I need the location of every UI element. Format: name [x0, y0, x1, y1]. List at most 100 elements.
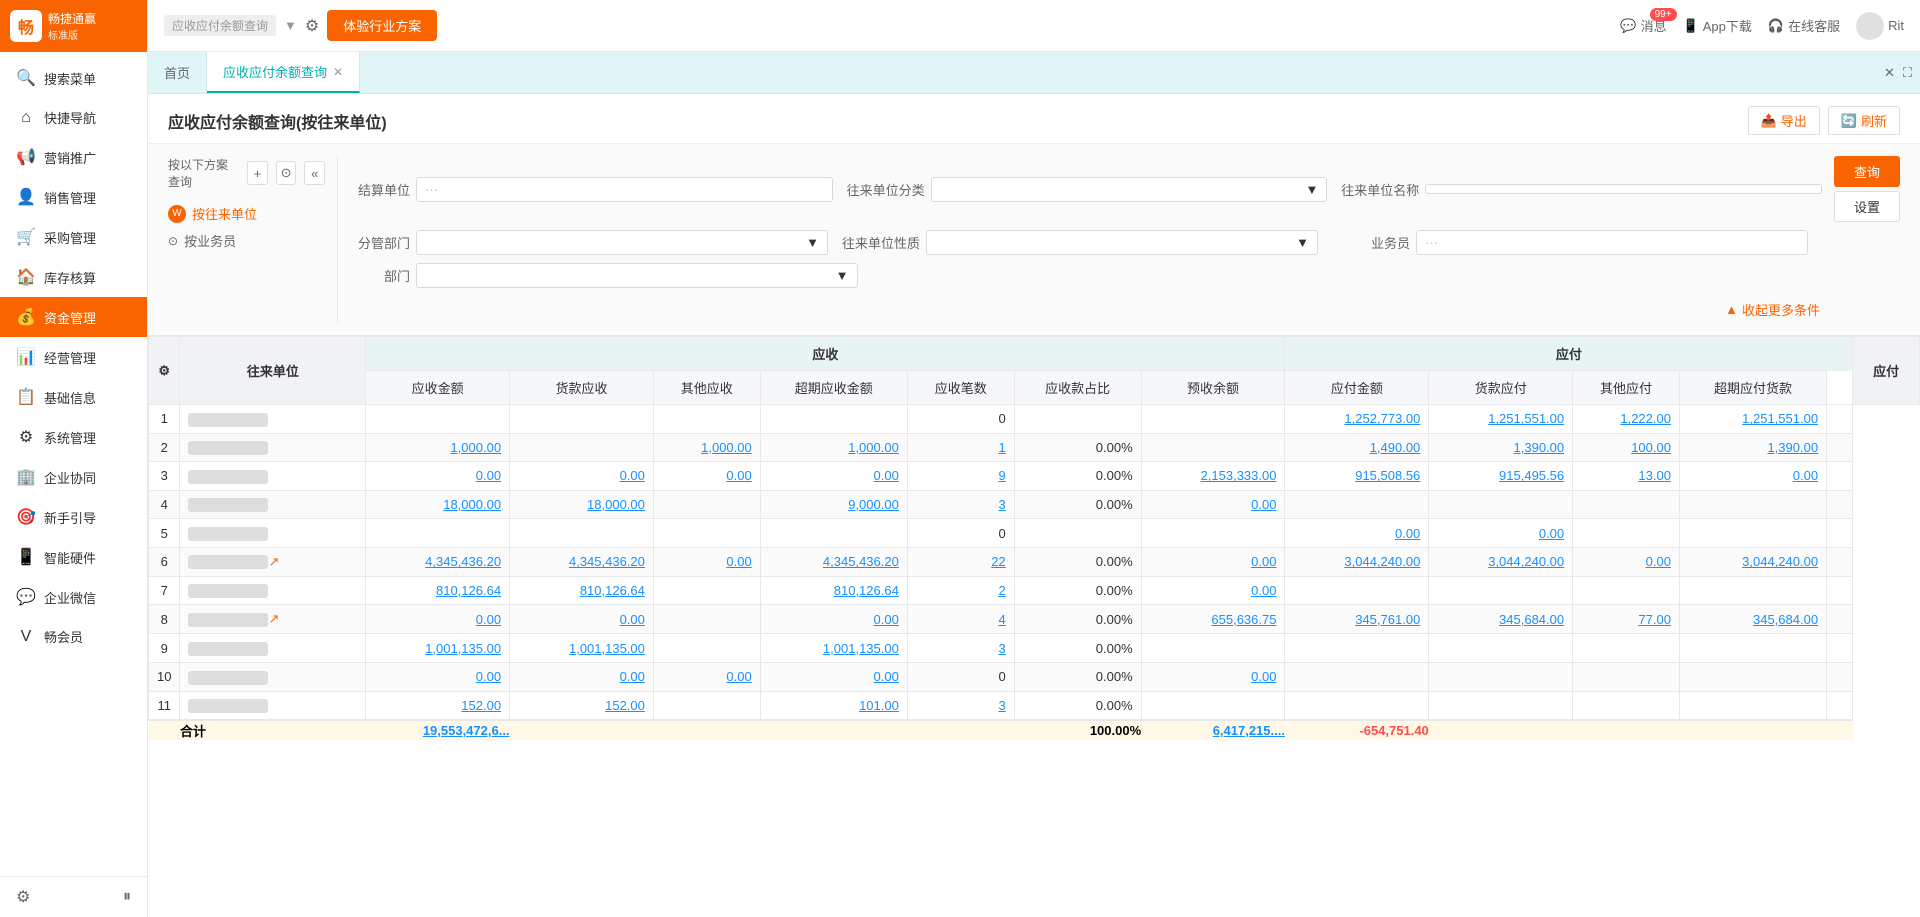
collapse-up-icon: ▲: [1725, 302, 1738, 317]
collapse-label: 收起更多条件: [1742, 300, 1820, 319]
sidebar-item-label: 企业微信: [44, 588, 96, 607]
settings-footer-icon[interactable]: ⚙: [16, 887, 30, 907]
sidebar-item-label: 库存核算: [44, 268, 96, 287]
sidebar-item-basic[interactable]: 📋 基础信息: [0, 377, 147, 417]
sub-dept-select[interactable]: ▼: [416, 263, 858, 288]
unit-name-input[interactable]: [1425, 184, 1822, 194]
tab-close-icon[interactable]: ✕: [333, 65, 343, 79]
settlement-unit-input[interactable]: ···: [416, 177, 833, 202]
unit-nature-select[interactable]: ▼: [926, 230, 1318, 255]
label-unit-type: 往来单位分类: [845, 180, 925, 199]
filter-scheme-label: 按以下方案查询: [168, 156, 239, 190]
dept-select[interactable]: ▼: [416, 230, 828, 255]
settings-icon[interactable]: ⚙: [305, 16, 319, 36]
header-left: 应收应付余额查询 ▼ ⚙ 体验行业方案: [164, 10, 1608, 41]
finance-icon: 💰: [16, 307, 36, 327]
collapse-footer-icon[interactable]: ⏸: [123, 888, 131, 906]
tab-controls: ✕ ⛶: [1884, 65, 1920, 81]
sidebar-item-label: 系统管理: [44, 428, 96, 447]
col-ap-amount: 应付金额: [1285, 371, 1429, 405]
table-row: 101,252,773.001,251,551.001,222.001,251,…: [149, 405, 1920, 434]
message-icon: 💬: [1620, 18, 1636, 34]
footer-label: 合计: [180, 720, 366, 740]
footer-ar-amount[interactable]: 19,553,472,6...: [366, 720, 510, 740]
sidebar-item-hardware[interactable]: 📱智能硬件: [0, 537, 147, 577]
label-dept: 分管部门: [350, 233, 410, 252]
guide-icon: 🎯: [16, 507, 36, 527]
scheme-by-unit[interactable]: W 按往来单位: [168, 200, 325, 227]
scheme2-icon: ⊙: [168, 234, 178, 248]
footer-ar-other: [653, 720, 760, 740]
sales-icon: 👤: [16, 187, 36, 207]
sidebar-footer: ⚙ ⏸: [0, 876, 147, 917]
unit-type-select[interactable]: ▼: [931, 177, 1328, 202]
basic-icon: 📋: [16, 387, 36, 407]
online-service-label: 在线客服: [1788, 16, 1840, 35]
sidebar-nav: 🔍搜索菜单⌂快捷导航📢营销推广👤销售管理🛒采购管理🏠库存核算💰资金管理📊经营管理…: [0, 52, 147, 876]
sidebar-item-guide[interactable]: 🎯新手引导: [0, 497, 147, 537]
sidebar-item-label: 基础信息: [44, 388, 96, 407]
footer-ap-overdue: [1679, 720, 1826, 740]
tab-ar-ap[interactable]: 应收应付余额查询 ✕: [207, 52, 360, 93]
sidebar-item-quick-nav[interactable]: ⌂快捷导航: [0, 98, 147, 137]
export-btn[interactable]: 📤 导出: [1748, 106, 1820, 135]
sidebar-item-finance[interactable]: 💰资金管理: [0, 297, 147, 337]
setting-btn[interactable]: 设置: [1834, 191, 1900, 222]
add-scheme-btn[interactable]: +: [247, 161, 268, 185]
sidebar-item-sales[interactable]: 👤销售管理: [0, 177, 147, 217]
app-download-btn[interactable]: 📱 App下载: [1683, 16, 1752, 35]
collapse-filter-btn[interactable]: ▲ 收起更多条件: [350, 296, 1900, 323]
table-row: 11152.00152.00101.0030.00%: [149, 691, 1920, 720]
collapse-scheme-btn[interactable]: «: [304, 161, 325, 185]
footer-settings: [149, 720, 180, 740]
col-ar-amount: 应收金额: [366, 371, 510, 405]
edit-scheme-btn[interactable]: ⊙: [276, 161, 297, 185]
table-row: 500.000.00: [149, 519, 1920, 548]
col-ar-pct: 应收款占比: [1014, 371, 1141, 405]
footer-ap-amount: -654,751.40: [1285, 720, 1429, 740]
tab-home[interactable]: 首页: [148, 53, 207, 92]
app-download-label: App下载: [1703, 16, 1752, 35]
col-settings[interactable]: ⚙: [149, 337, 180, 405]
salesman-input[interactable]: ···: [1416, 230, 1808, 255]
sidebar-item-search-menu[interactable]: 🔍搜索菜单: [0, 58, 147, 98]
tab-close-all-icon[interactable]: ✕: [1884, 65, 1895, 81]
app-icon: 📱: [1683, 18, 1699, 34]
sidebar-item-inventory[interactable]: 🏠库存核算: [0, 257, 147, 297]
col-ap-other: 其他应付: [1573, 371, 1680, 405]
table-row: 6↗4,345,436.204,345,436.200.004,345,436.…: [149, 547, 1920, 576]
sidebar-item-corp[interactable]: 🏢企业协同: [0, 457, 147, 497]
sidebar-item-wechat[interactable]: 💬企业微信: [0, 577, 147, 617]
refresh-btn[interactable]: 🔄 刷新: [1828, 106, 1900, 135]
sidebar-item-business[interactable]: 📊经营管理: [0, 337, 147, 377]
logo-text: 畅捷通赢 标准版: [48, 10, 96, 42]
table-row: 91,001,135.001,001,135.001,001,135.0030.…: [149, 634, 1920, 663]
tab-ar-ap-label: 应收应付余额查询: [223, 62, 327, 81]
col-prepay: 预收余额: [1141, 371, 1285, 405]
hardware-icon: 📱: [16, 547, 36, 567]
query-btn[interactable]: 查询: [1834, 156, 1900, 187]
corp-icon: 🏢: [16, 467, 36, 487]
footer-ap-other: [1573, 720, 1680, 740]
online-service-btn[interactable]: 🎧 在线客服: [1768, 16, 1840, 35]
sidebar-item-system[interactable]: ⚙系统管理: [0, 417, 147, 457]
top-header: 应收应付余额查询 ▼ ⚙ 体验行业方案 💬 消息 99+ 📱 App下载 🎧 在…: [148, 0, 1920, 52]
sidebar-item-purchase[interactable]: 🛒采购管理: [0, 217, 147, 257]
header-right: 💬 消息 99+ 📱 App下载 🎧 在线客服 Rit: [1620, 12, 1904, 40]
tab-expand-icon[interactable]: ⛶: [1903, 65, 1912, 81]
scheme-by-salesman[interactable]: ⊙ 按业务员: [168, 227, 325, 254]
trial-industry-btn[interactable]: 体验行业方案: [327, 10, 437, 41]
page-actions: 📤 导出 🔄 刷新: [1748, 106, 1900, 135]
scheme-by-salesman-label: 按业务员: [184, 231, 236, 250]
footer-ar-pct: 100.00%: [1014, 720, 1141, 740]
sidebar-item-marketing[interactable]: 📢营销推广: [0, 137, 147, 177]
dropdown-arrow-icon[interactable]: ▼: [284, 18, 297, 33]
footer-prepay[interactable]: 6,417,215....: [1141, 720, 1285, 740]
label-sub-dept: 部门: [350, 266, 410, 285]
message-badge: 99+: [1650, 8, 1677, 21]
user-profile[interactable]: Rit: [1856, 12, 1904, 40]
table-footer-row: 合计 19,553,472,6... 100.00% 6,417,215....…: [149, 720, 1920, 740]
sidebar-item-member[interactable]: V畅会员: [0, 617, 147, 656]
messages-btn[interactable]: 💬 消息 99+: [1620, 16, 1666, 35]
sidebar-item-label: 经营管理: [44, 348, 96, 367]
